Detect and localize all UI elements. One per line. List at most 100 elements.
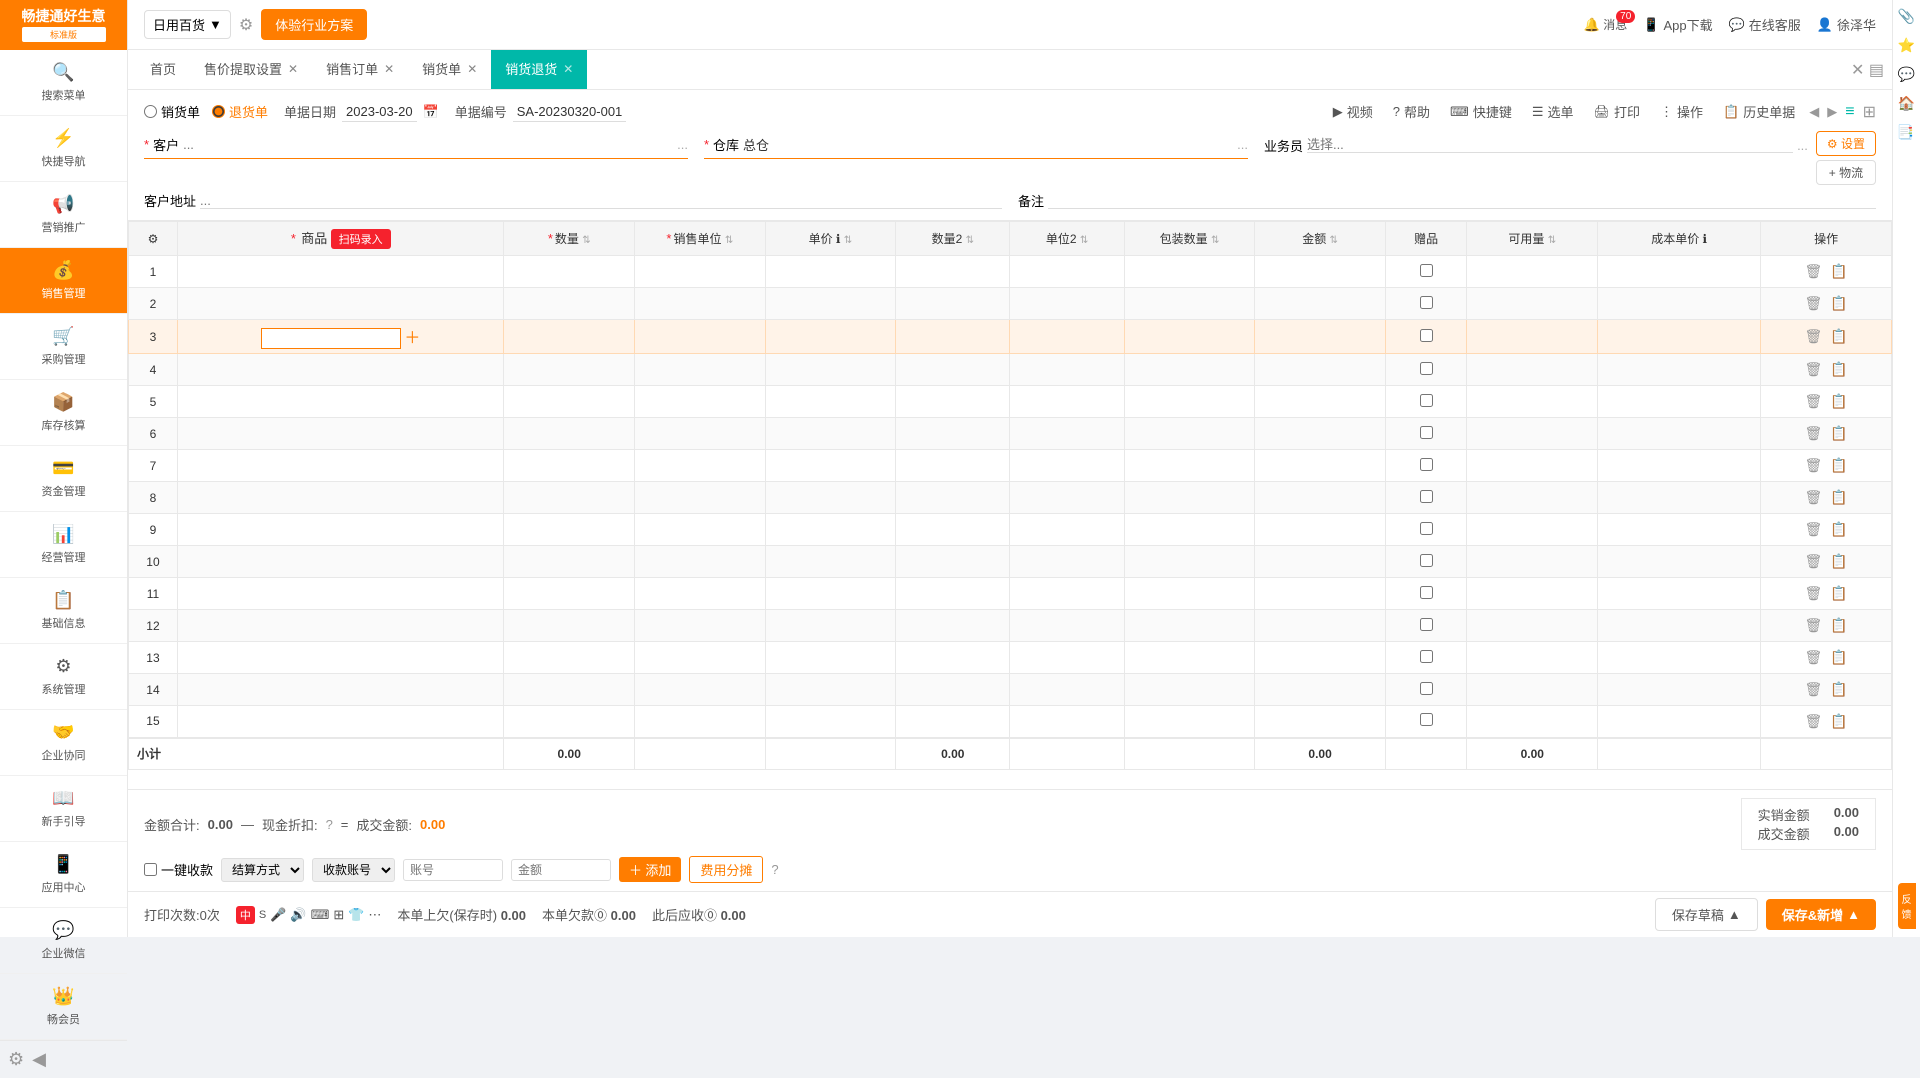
calendar-icon[interactable]: 📅 — [423, 104, 439, 120]
row-pack-6[interactable] — [1124, 418, 1255, 450]
sidebar-item-12[interactable]: 📱 应用中心 — [0, 842, 127, 908]
row-avail-12[interactable] — [1467, 610, 1598, 642]
next-record-icon[interactable]: ▶ — [1827, 104, 1837, 120]
copy-icon-14[interactable]: 📋 — [1830, 681, 1847, 698]
row-qty-11[interactable] — [504, 578, 635, 610]
tab-2[interactable]: 销售订单✕ — [312, 50, 408, 89]
gift-checkbox-2[interactable] — [1420, 296, 1433, 309]
row-price-13[interactable] — [765, 642, 896, 674]
app-download[interactable]: 📱 App下载 — [1643, 15, 1712, 34]
unit2-sort-icon[interactable]: ⇅ — [1080, 235, 1088, 246]
price-sort-icon[interactable]: ⇅ — [844, 235, 852, 246]
gift-checkbox-10[interactable] — [1420, 554, 1433, 567]
row-price-11[interactable] — [765, 578, 896, 610]
tab-1[interactable]: 售价提取设置✕ — [190, 50, 312, 89]
row-cost-5[interactable] — [1598, 386, 1761, 418]
row-goods-2[interactable] — [177, 288, 503, 320]
row-avail-14[interactable] — [1467, 674, 1598, 706]
one-key-checkbox[interactable]: 一键收款 — [144, 860, 213, 879]
online-service[interactable]: 💬 在线客服 — [1729, 15, 1801, 34]
fee-split-btn[interactable]: 费用分摊 — [689, 856, 763, 883]
row-unit-11[interactable] — [635, 578, 766, 610]
goods-input-3[interactable] — [261, 328, 401, 349]
user-info[interactable]: 👤 徐泽华 — [1817, 15, 1876, 34]
row-goods-4[interactable] — [177, 354, 503, 386]
row-cost-9[interactable] — [1598, 514, 1761, 546]
copy-icon-4[interactable]: 📋 — [1830, 361, 1847, 378]
sidebar-item-8[interactable]: 📋 基础信息 — [0, 578, 127, 644]
sidebar-item-4[interactable]: 🛒 采购管理 — [0, 314, 127, 380]
gift-checkbox-1[interactable] — [1420, 264, 1433, 277]
sidebar-item-6[interactable]: 💳 资金管理 — [0, 446, 127, 512]
grid-view-icon[interactable]: ⊞ — [1863, 102, 1876, 122]
row-goods-5[interactable] — [177, 386, 503, 418]
row-pack-9[interactable] — [1124, 514, 1255, 546]
sidebar-item-2[interactable]: 📢 营销推广 — [0, 182, 127, 248]
row-cost-1[interactable] — [1598, 256, 1761, 288]
delete-icon-15[interactable]: 🗑 — [1805, 713, 1823, 730]
row-amount-6[interactable] — [1255, 418, 1386, 450]
row-qty2-12[interactable] — [896, 610, 1010, 642]
print-btn[interactable]: 🖨打印 — [1588, 100, 1647, 123]
settings-btn[interactable]: ⚙ 设置 — [1816, 131, 1876, 156]
row-qty-4[interactable] — [504, 354, 635, 386]
amount-input[interactable] — [511, 859, 611, 881]
row-qty-9[interactable] — [504, 514, 635, 546]
row-goods-9[interactable] — [177, 514, 503, 546]
warehouse-input[interactable] — [743, 137, 1233, 152]
copy-icon-2[interactable]: 📋 — [1830, 295, 1847, 312]
sidebar-item-3[interactable]: 💰 销售管理 — [0, 248, 127, 314]
row-qty-3[interactable] — [504, 320, 635, 354]
delete-icon-7[interactable]: 🗑 — [1805, 457, 1823, 474]
row-amount-3[interactable] — [1255, 320, 1386, 354]
row-add-icon-3[interactable]: ＋ — [404, 330, 420, 347]
amount-sort-icon[interactable]: ⇅ — [1330, 235, 1338, 246]
row-unit2-13[interactable] — [1010, 642, 1124, 674]
row-cost-14[interactable] — [1598, 674, 1761, 706]
row-qty-15[interactable] — [504, 706, 635, 738]
shirt-icon[interactable]: 👕 — [348, 907, 364, 923]
sidebar-item-11[interactable]: 📖 新手引导 — [0, 776, 127, 842]
row-unit2-1[interactable] — [1010, 256, 1124, 288]
row-cost-13[interactable] — [1598, 642, 1761, 674]
row-qty2-13[interactable] — [896, 642, 1010, 674]
delete-icon-12[interactable]: 🗑 — [1805, 617, 1823, 634]
table-icon[interactable]: ⊞ — [333, 907, 344, 923]
row-pack-13[interactable] — [1124, 642, 1255, 674]
row-unit-14[interactable] — [635, 674, 766, 706]
delete-icon-3[interactable]: 🗑 — [1805, 328, 1823, 345]
row-amount-8[interactable] — [1255, 482, 1386, 514]
row-qty-2[interactable] — [504, 288, 635, 320]
gift-checkbox-4[interactable] — [1420, 362, 1433, 375]
feedback-btn[interactable]: 反馈 — [1898, 883, 1916, 929]
row-unit2-5[interactable] — [1010, 386, 1124, 418]
radio-sales[interactable]: 销货单 — [144, 102, 200, 121]
row-cost-8[interactable] — [1598, 482, 1761, 514]
row-qty-1[interactable] — [504, 256, 635, 288]
rs-icon-3[interactable]: 💬 — [1898, 66, 1915, 83]
gift-checkbox-3[interactable] — [1420, 329, 1433, 342]
gift-checkbox-11[interactable] — [1420, 586, 1433, 599]
row-qty2-9[interactable] — [896, 514, 1010, 546]
pack-sort-icon[interactable]: ⇅ — [1211, 235, 1219, 246]
row-goods-11[interactable] — [177, 578, 503, 610]
sidebar-item-14[interactable]: 👑 畅会员 — [0, 974, 127, 1040]
industry-dropdown[interactable]: 日用百货 ▼ — [144, 10, 231, 39]
row-unit2-12[interactable] — [1010, 610, 1124, 642]
gift-checkbox-5[interactable] — [1420, 394, 1433, 407]
select-btn[interactable]: ☰选单 — [1526, 100, 1580, 123]
tab-close-1[interactable]: ✕ — [288, 62, 298, 76]
row-goods-7[interactable] — [177, 450, 503, 482]
row-price-1[interactable] — [765, 256, 896, 288]
row-avail-4[interactable] — [1467, 354, 1598, 386]
row-unit-9[interactable] — [635, 514, 766, 546]
row-goods-15[interactable] — [177, 706, 503, 738]
row-pack-8[interactable] — [1124, 482, 1255, 514]
rs-icon-1[interactable]: 📎 — [1898, 8, 1915, 25]
row-pack-1[interactable] — [1124, 256, 1255, 288]
tab-close-2[interactable]: ✕ — [384, 62, 394, 76]
copy-icon-12[interactable]: 📋 — [1830, 617, 1847, 634]
row-avail-8[interactable] — [1467, 482, 1598, 514]
row-avail-3[interactable] — [1467, 320, 1598, 354]
delete-icon-4[interactable]: 🗑 — [1805, 361, 1823, 378]
